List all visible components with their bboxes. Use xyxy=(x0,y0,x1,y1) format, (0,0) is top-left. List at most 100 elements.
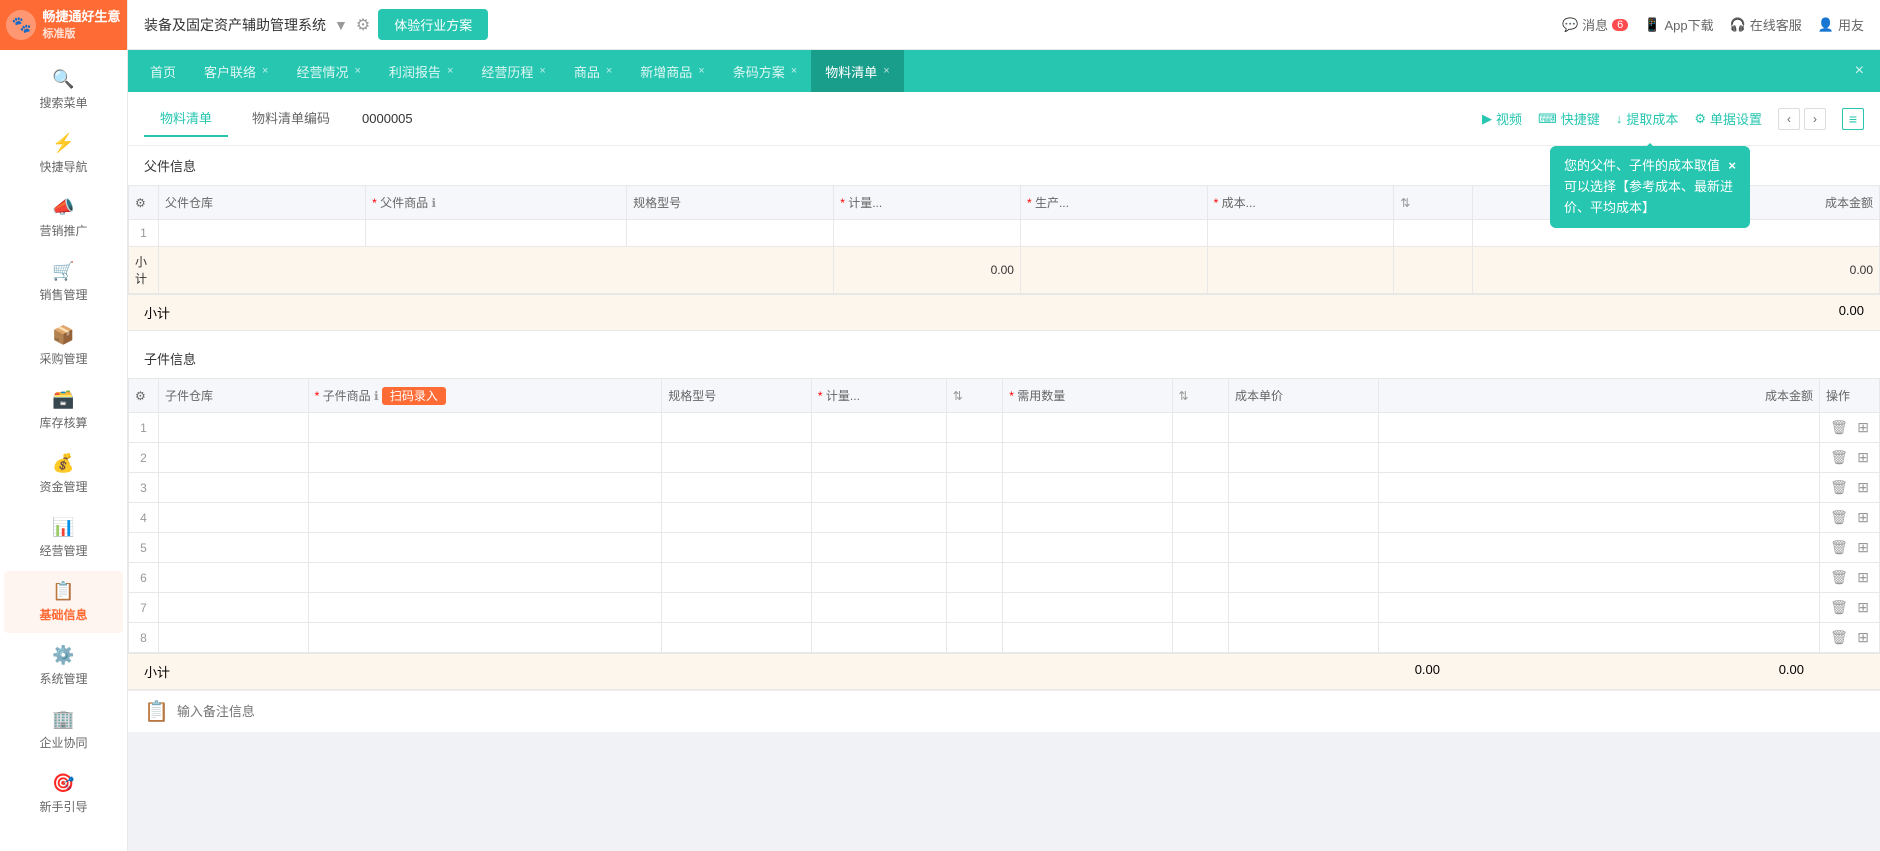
child-row-5-spec[interactable] xyxy=(662,533,812,563)
video-btn[interactable]: ▶ 视频 xyxy=(1482,109,1522,128)
sidebar-item-quicknav[interactable]: ⚡ 快捷导航 xyxy=(4,123,123,185)
child-row-3-qty[interactable] xyxy=(811,473,946,503)
close-tab-products[interactable]: × xyxy=(606,65,612,77)
child-row-1-spec[interactable] xyxy=(662,413,812,443)
child-row-3-required-qty[interactable] xyxy=(1003,473,1172,503)
delete-row-5-btn[interactable]: 🗑 xyxy=(1830,539,1848,555)
child-row-1-product[interactable] xyxy=(308,413,662,443)
tooltip-close-btn[interactable]: × xyxy=(1728,156,1736,177)
delete-row-7-btn[interactable]: 🗑 xyxy=(1830,599,1848,615)
tab-bom[interactable]: 物料清单 × xyxy=(811,50,903,92)
delete-row-3-btn[interactable]: 🗑 xyxy=(1830,479,1848,495)
tab-history[interactable]: 经营历程 × xyxy=(467,50,559,92)
child-row-1-qty[interactable] xyxy=(811,413,946,443)
close-all-tabs-icon[interactable]: × xyxy=(1847,62,1872,80)
remark-input[interactable] xyxy=(177,704,1864,719)
parent-th-settings[interactable]: ⚙ xyxy=(129,186,159,220)
close-tab-operations[interactable]: × xyxy=(354,65,360,77)
child-row-4-spec[interactable] xyxy=(662,503,812,533)
sidebar-item-operations[interactable]: 📊 经营管理 xyxy=(4,507,123,569)
child-row-8-product[interactable] xyxy=(308,623,662,653)
next-btn[interactable]: › xyxy=(1804,108,1826,130)
child-row-6-spec[interactable] xyxy=(662,563,812,593)
message-item[interactable]: 💬 消息 6 xyxy=(1562,15,1628,34)
child-row-8-spec[interactable] xyxy=(662,623,812,653)
close-tab-new-product[interactable]: × xyxy=(698,65,704,77)
single-settings-btn[interactable]: ⚙ 单据设置 xyxy=(1694,109,1762,128)
copy-row-8-btn[interactable]: ⊞ xyxy=(1857,629,1869,645)
delete-row-8-btn[interactable]: 🗑 xyxy=(1830,629,1848,645)
sidebar-item-search[interactable]: 🔍 搜索菜单 xyxy=(4,59,123,121)
close-tab-history[interactable]: × xyxy=(539,65,545,77)
child-row-4-required-qty[interactable] xyxy=(1003,503,1172,533)
child-row-6-warehouse[interactable] xyxy=(159,563,309,593)
child-row-8-warehouse[interactable] xyxy=(159,623,309,653)
child-th-sort2[interactable]: ⇅ xyxy=(1172,379,1229,413)
tab-operations[interactable]: 经营情况 × xyxy=(282,50,374,92)
child-row-5-required-qty[interactable] xyxy=(1003,533,1172,563)
child-row-7-warehouse[interactable] xyxy=(159,593,309,623)
list-view-btn[interactable]: ≡ xyxy=(1842,108,1864,130)
tab-products[interactable]: 商品 × xyxy=(560,50,626,92)
child-row-5-product[interactable] xyxy=(308,533,662,563)
copy-row-4-btn[interactable]: ⊞ xyxy=(1857,509,1869,525)
copy-row-3-btn[interactable]: ⊞ xyxy=(1857,479,1869,495)
child-th-sort[interactable]: ⇅ xyxy=(946,379,1003,413)
delete-row-2-btn[interactable]: 🗑 xyxy=(1830,449,1848,465)
sidebar-item-system[interactable]: ⚙️ 系统管理 xyxy=(4,635,123,697)
child-row-7-spec[interactable] xyxy=(662,593,812,623)
shortcut-btn[interactable]: ⌨ 快捷键 xyxy=(1538,109,1600,128)
sidebar-item-guide[interactable]: 🎯 新手引导 xyxy=(4,763,123,825)
prev-btn[interactable]: ‹ xyxy=(1778,108,1800,130)
tab-profit[interactable]: 利润报告 × xyxy=(375,50,467,92)
child-row-4-product[interactable] xyxy=(308,503,662,533)
child-row-5-warehouse[interactable] xyxy=(159,533,309,563)
close-tab-customer[interactable]: × xyxy=(262,65,268,77)
parent-row-1-cost[interactable] xyxy=(1207,220,1394,247)
sub-tab-bom[interactable]: 物料清单 xyxy=(144,100,228,137)
user-item[interactable]: 👤 用友 xyxy=(1818,15,1864,34)
child-row-8-qty[interactable] xyxy=(811,623,946,653)
parent-th-sort[interactable]: ⇅ xyxy=(1394,186,1472,220)
child-row-2-spec[interactable] xyxy=(662,443,812,473)
copy-row-7-btn[interactable]: ⊞ xyxy=(1857,599,1869,615)
close-tab-profit[interactable]: × xyxy=(447,65,453,77)
child-row-2-product[interactable] xyxy=(308,443,662,473)
child-row-5-qty[interactable] xyxy=(811,533,946,563)
online-service-item[interactable]: 🎧 在线客服 xyxy=(1730,15,1802,34)
child-row-2-required-qty[interactable] xyxy=(1003,443,1172,473)
child-row-7-product[interactable] xyxy=(308,593,662,623)
child-row-1-required-qty[interactable] xyxy=(1003,413,1172,443)
child-row-8-required-qty[interactable] xyxy=(1003,623,1172,653)
child-row-2-warehouse[interactable] xyxy=(159,443,309,473)
copy-row-1-btn[interactable]: ⊞ xyxy=(1857,419,1869,435)
sidebar-item-inventory[interactable]: 🗃️ 库存核算 xyxy=(4,379,123,441)
trial-button[interactable]: 体验行业方案 xyxy=(378,9,488,40)
tab-home[interactable]: 首页 xyxy=(136,50,190,92)
copy-row-5-btn[interactable]: ⊞ xyxy=(1857,539,1869,555)
child-row-3-warehouse[interactable] xyxy=(159,473,309,503)
tab-barcode[interactable]: 条码方案 × xyxy=(719,50,811,92)
extract-cost-btn[interactable]: ↓ 提取成本 xyxy=(1616,109,1679,128)
tab-new-product[interactable]: 新增商品 × xyxy=(626,50,718,92)
sidebar-item-purchase[interactable]: 📦 采购管理 xyxy=(4,315,123,377)
sub-tab-bom-code[interactable]: 物料清单编码 xyxy=(236,100,346,137)
parent-row-1-spec[interactable] xyxy=(627,220,834,247)
close-tab-bom[interactable]: × xyxy=(883,65,889,77)
gear-icon[interactable]: ⚙ xyxy=(356,15,370,35)
child-row-6-qty[interactable] xyxy=(811,563,946,593)
child-row-7-required-qty[interactable] xyxy=(1003,593,1172,623)
child-th-settings[interactable]: ⚙ xyxy=(129,379,159,413)
sidebar-item-sales[interactable]: 🛒 销售管理 xyxy=(4,251,123,313)
delete-row-6-btn[interactable]: 🗑 xyxy=(1830,569,1848,585)
child-row-6-required-qty[interactable] xyxy=(1003,563,1172,593)
parent-row-1-production[interactable] xyxy=(1020,220,1207,247)
child-row-1-warehouse[interactable] xyxy=(159,413,309,443)
sidebar-item-finance[interactable]: 💰 资金管理 xyxy=(4,443,123,505)
copy-row-6-btn[interactable]: ⊞ xyxy=(1857,569,1869,585)
scan-badge[interactable]: 扫码录入 xyxy=(382,387,446,405)
child-row-3-product[interactable] xyxy=(308,473,662,503)
copy-row-2-btn[interactable]: ⊞ xyxy=(1857,449,1869,465)
child-row-2-qty[interactable] xyxy=(811,443,946,473)
child-row-3-spec[interactable] xyxy=(662,473,812,503)
